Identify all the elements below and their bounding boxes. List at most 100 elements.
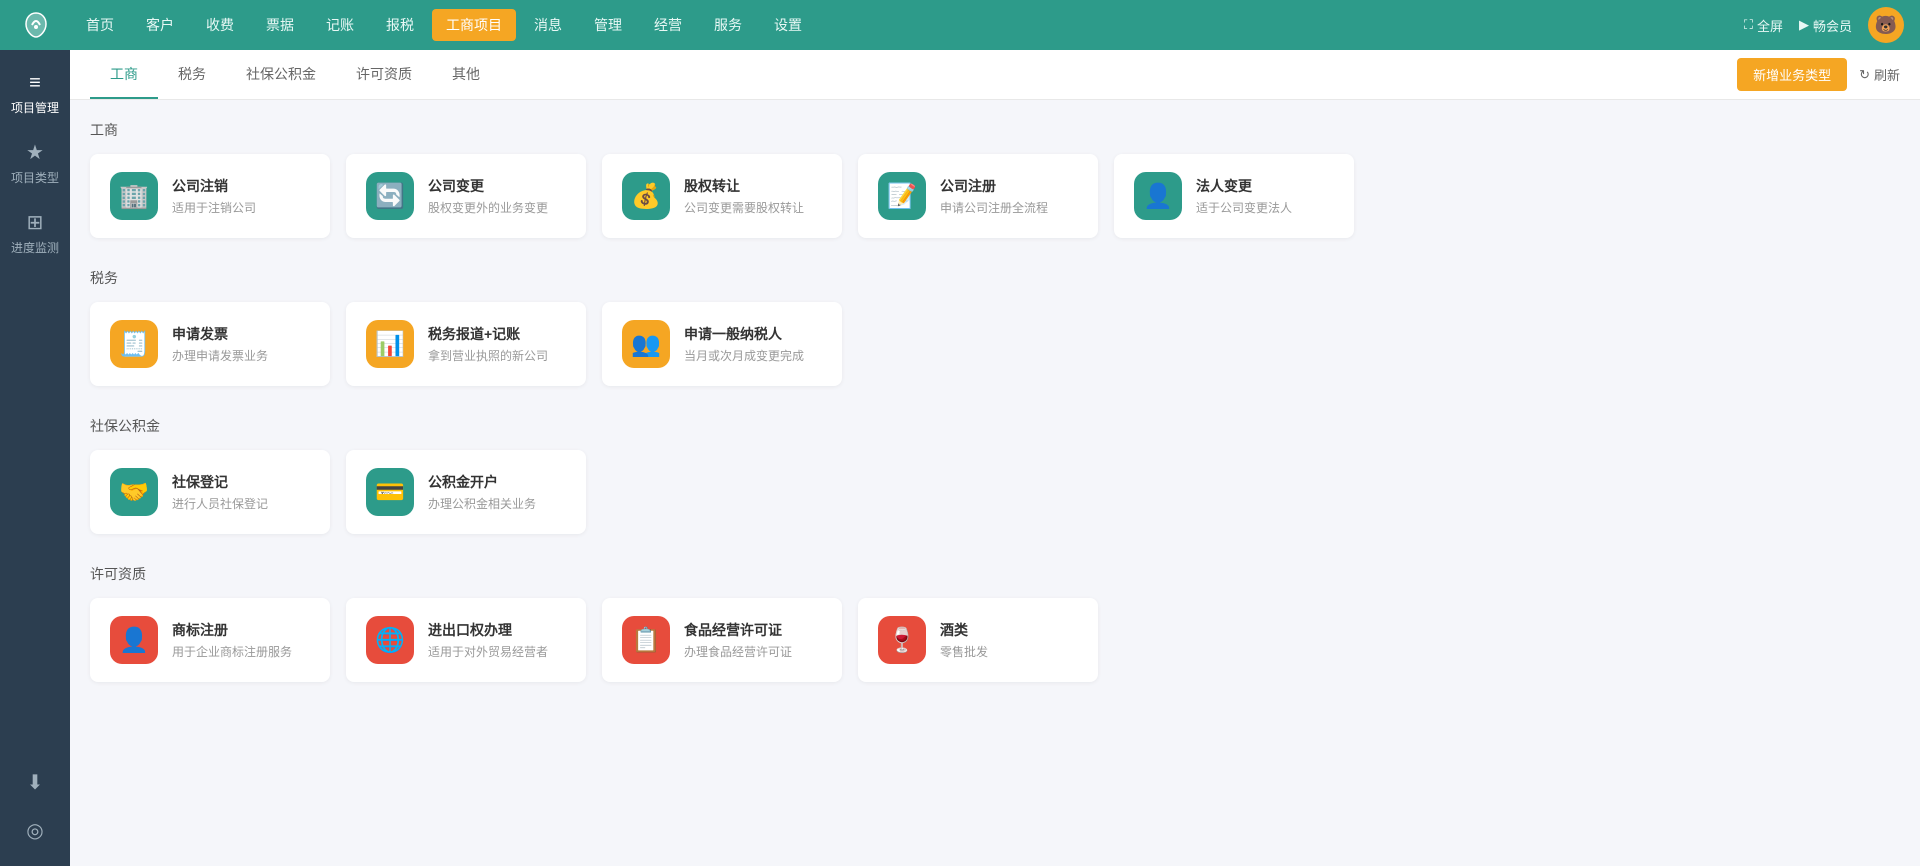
nav-item-设置[interactable]: 设置 [760, 9, 816, 41]
card-icon-酒类: 🍷 [878, 616, 926, 664]
card-公司注册[interactable]: 📝 公司注册申请公司注册全流程 [858, 154, 1098, 238]
card-title-公司注销: 公司注销 [172, 176, 310, 196]
card-icon-申请发票: 🧾 [110, 320, 158, 368]
card-grid-许可资质: 👤商标注册用于企业商标注册服务 🌐 进出口权办理适用于对外贸易经营者 📋 食品经营许可证… [90, 598, 1900, 682]
tab-工商[interactable]: 工商 [90, 50, 158, 99]
card-icon-公司注销: 🏢 [110, 172, 158, 220]
nav-item-服务[interactable]: 服务 [700, 9, 756, 41]
nav-item-记账[interactable]: 记账 [312, 9, 368, 41]
tab-bar-left: 工商税务社保公积金许可资质其他 [90, 50, 1737, 99]
card-公司注销[interactable]: 🏢 公司注销适用于注销公司 [90, 154, 330, 238]
tab-税务[interactable]: 税务 [158, 50, 226, 99]
refresh-button[interactable]: ↻ 刷新 [1859, 65, 1900, 84]
section-税务: 税务 🧾 申请发票办理申请发票业务 📊税务报道+记账拿到营业执照的新公司 👥 申请一般纳税… [90, 268, 1900, 386]
card-icon-公司注册: 📝 [878, 172, 926, 220]
section-许可资质: 许可资质 👤商标注册用于企业商标注册服务 🌐 进出口权办理适用于对外贸易经营者 📋 食品经… [90, 564, 1900, 682]
sidebar-item-label-1: 项目管理 [11, 99, 59, 116]
nav-item-客户[interactable]: 客户 [132, 9, 188, 41]
card-进出口权办理[interactable]: 🌐 进出口权办理适用于对外贸易经营者 [346, 598, 586, 682]
card-公司变更[interactable]: 🔄公司变更股权变更外的业务变更 [346, 154, 586, 238]
card-title-申请发票: 申请发票 [172, 324, 310, 344]
sidebar-item-progress[interactable]: ⊞ 进度监测 [0, 198, 70, 268]
card-icon-商标注册: 👤 [110, 616, 158, 664]
member-label: 畅会员 [1813, 16, 1852, 35]
card-text-申请发票: 申请发票办理申请发票业务 [172, 324, 310, 365]
nav-item-收费[interactable]: 收费 [192, 9, 248, 41]
card-社保登记[interactable]: 🤝 社保登记进行人员社保登记 [90, 450, 330, 534]
card-icon-申请一般纳税人: 👥 [622, 320, 670, 368]
card-desc-申请发票: 办理申请发票业务 [172, 348, 310, 365]
card-desc-公积金开户: 办理公积金相关业务 [428, 496, 566, 513]
section-社保公积金: 社保公积金 🤝 社保登记进行人员社保登记 💳 公积金开户办理公积金相关业务 [90, 416, 1900, 534]
card-text-法人变更: 法人变更适于公司变更法人 [1196, 176, 1334, 217]
card-icon-食品经营许可证: 📋 [622, 616, 670, 664]
location-icon-button[interactable]: ◎ [15, 810, 55, 850]
card-股权转让[interactable]: 💰股权转让公司变更需要股权转让 [602, 154, 842, 238]
nav-item-经营[interactable]: 经营 [640, 9, 696, 41]
card-icon-公积金开户: 💳 [366, 468, 414, 516]
tab-bar-right: 新增业务类型 ↻ 刷新 [1737, 58, 1900, 91]
nav-item-工商项目[interactable]: 工商项目 [432, 9, 516, 41]
nav-item-首页[interactable]: 首页 [72, 9, 128, 41]
section-工商: 工商🏢公司注销适用于注销公司🔄公司变更股权变更外的业务变更💰股权转让公司变更需要… [90, 120, 1900, 238]
tab-许可资质[interactable]: 许可资质 [336, 50, 432, 99]
card-text-申请一般纳税人: 申请一般纳税人当月或次月成变更完成 [684, 324, 822, 365]
fullscreen-icon: ⛶ [1744, 17, 1753, 33]
card-税务报道+记账[interactable]: 📊税务报道+记账拿到营业执照的新公司 [346, 302, 586, 386]
member-button[interactable]: ▶ 畅会员 [1799, 16, 1852, 35]
section-title-社保公积金: 社保公积金 [90, 416, 1900, 436]
card-title-公司变更: 公司变更 [428, 176, 566, 196]
add-business-type-button[interactable]: 新增业务类型 [1737, 58, 1847, 91]
card-title-股权转让: 股权转让 [684, 176, 822, 196]
card-商标注册[interactable]: 👤商标注册用于企业商标注册服务 [90, 598, 330, 682]
section-title-工商: 工商 [90, 120, 1900, 140]
card-食品经营许可证[interactable]: 📋 食品经营许可证办理食品经营许可证 [602, 598, 842, 682]
card-text-公司注销: 公司注销适用于注销公司 [172, 176, 310, 217]
nav-item-消息[interactable]: 消息 [520, 9, 576, 41]
section-title-许可资质: 许可资质 [90, 564, 1900, 584]
card-text-公司变更: 公司变更股权变更外的业务变更 [428, 176, 566, 217]
card-title-酒类: 酒类 [940, 620, 1078, 640]
sidebar-item-project-management[interactable]: ≡ 项目管理 [0, 60, 70, 128]
card-icon-法人变更: 👤 [1134, 172, 1182, 220]
card-desc-申请一般纳税人: 当月或次月成变更完成 [684, 348, 822, 365]
content-area: 工商税务社保公积金许可资质其他 新增业务类型 ↻ 刷新 工商🏢公司注销适用于注销… [70, 50, 1920, 866]
card-text-食品经营许可证: 食品经营许可证办理食品经营许可证 [684, 620, 822, 661]
top-navigation: 首页客户收费票据记账报税工商项目消息管理经营服务设置 ⛶ 全屏 ▶ 畅会员 🐻 [0, 0, 1920, 50]
card-法人变更[interactable]: 👤 法人变更适于公司变更法人 [1114, 154, 1354, 238]
card-公积金开户[interactable]: 💳 公积金开户办理公积金相关业务 [346, 450, 586, 534]
section-title-税务: 税务 [90, 268, 1900, 288]
card-title-公积金开户: 公积金开户 [428, 472, 566, 492]
card-desc-酒类: 零售批发 [940, 644, 1078, 661]
tab-其他[interactable]: 其他 [432, 50, 500, 99]
top-nav-right: ⛶ 全屏 ▶ 畅会员 🐻 [1744, 7, 1904, 43]
nav-item-票据[interactable]: 票据 [252, 9, 308, 41]
play-icon: ▶ [1799, 17, 1809, 33]
card-申请发票[interactable]: 🧾 申请发票办理申请发票业务 [90, 302, 330, 386]
card-icon-进出口权办理: 🌐 [366, 616, 414, 664]
card-desc-社保登记: 进行人员社保登记 [172, 496, 310, 513]
card-title-社保登记: 社保登记 [172, 472, 310, 492]
content-scroll[interactable]: 工商🏢公司注销适用于注销公司🔄公司变更股权变更外的业务变更💰股权转让公司变更需要… [70, 100, 1920, 866]
card-grid-税务: 🧾 申请发票办理申请发票业务 📊税务报道+记账拿到营业执照的新公司 👥 申请一般纳税人当… [90, 302, 1900, 386]
sidebar-item-project-type[interactable]: ★ 项目类型 [0, 128, 70, 198]
tab-社保公积金[interactable]: 社保公积金 [226, 50, 336, 99]
card-title-进出口权办理: 进出口权办理 [428, 620, 566, 640]
card-desc-进出口权办理: 适用于对外贸易经营者 [428, 644, 566, 661]
app-logo [16, 5, 56, 45]
download-icon-button[interactable]: ⬇ [15, 762, 55, 802]
nav-item-报税[interactable]: 报税 [372, 9, 428, 41]
card-酒类[interactable]: 🍷 酒类零售批发 [858, 598, 1098, 682]
progress-icon: ⊞ [27, 210, 44, 235]
card-desc-公司变更: 股权变更外的业务变更 [428, 200, 566, 217]
card-desc-税务报道+记账: 拿到营业执照的新公司 [428, 348, 566, 365]
card-申请一般纳税人[interactable]: 👥 申请一般纳税人当月或次月成变更完成 [602, 302, 842, 386]
card-desc-公司注册: 申请公司注册全流程 [940, 200, 1078, 217]
main-wrapper: ≡ 项目管理 ★ 项目类型 ⊞ 进度监测 ⬇ ◎ 工商税务社保公积金许可资质其他… [0, 50, 1920, 866]
card-icon-社保登记: 🤝 [110, 468, 158, 516]
nav-item-管理[interactable]: 管理 [580, 9, 636, 41]
card-title-公司注册: 公司注册 [940, 176, 1078, 196]
fullscreen-button[interactable]: ⛶ 全屏 [1744, 16, 1783, 35]
fullscreen-label: 全屏 [1757, 16, 1783, 35]
tab-bar: 工商税务社保公积金许可资质其他 新增业务类型 ↻ 刷新 [70, 50, 1920, 100]
